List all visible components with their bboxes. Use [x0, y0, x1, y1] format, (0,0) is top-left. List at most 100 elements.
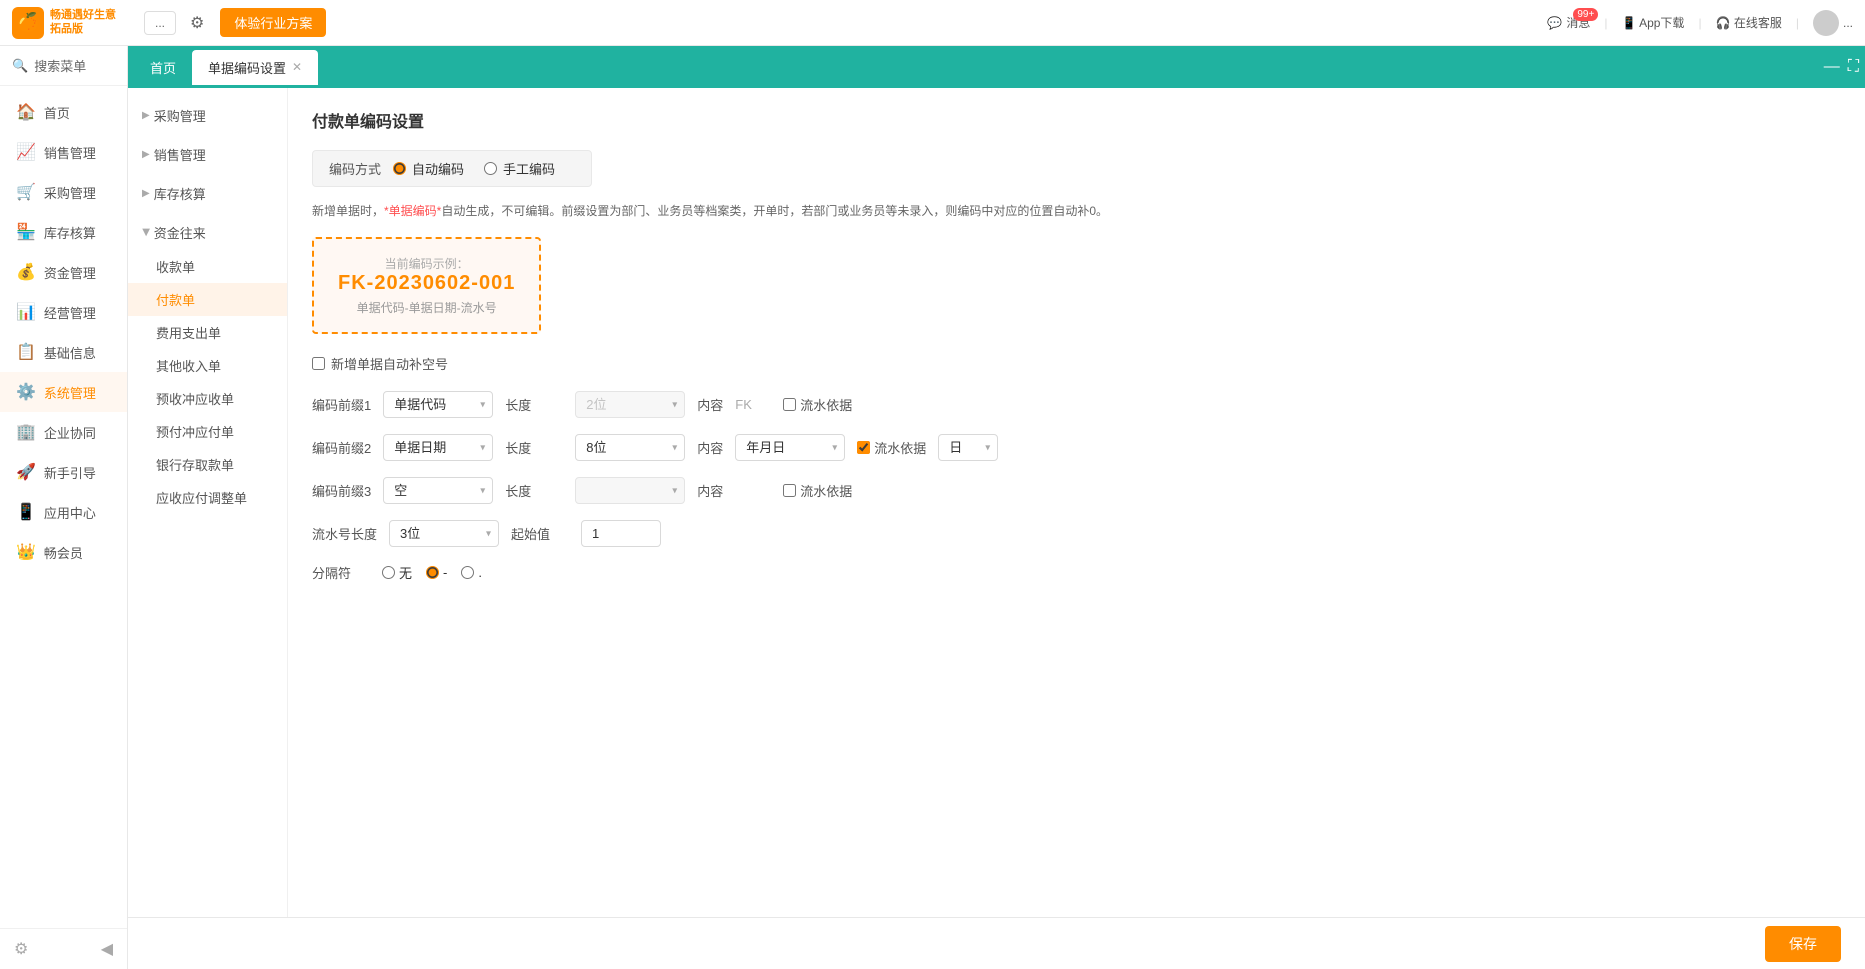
prefix3-waterflow-checkbox[interactable] — [783, 484, 796, 497]
serial-length-wrapper: 3位 — [389, 520, 499, 547]
topbar-dropdown[interactable]: ... — [144, 11, 176, 35]
sidebar-item-basic[interactable]: 📋 基础信息 — [0, 332, 127, 372]
sep-dot-option[interactable]: . — [461, 565, 482, 580]
sidebar-search[interactable]: 🔍 搜索菜单 — [0, 46, 127, 86]
sub-item-payment[interactable]: 付款单 — [128, 283, 287, 316]
sub-group-purchase-title[interactable]: ▶ 采购管理 — [128, 98, 287, 133]
sub-item-prereceive[interactable]: 预收冲应收单 — [128, 382, 287, 415]
prefix2-length-select[interactable]: 8位 — [575, 434, 685, 461]
sidebar-item-apps[interactable]: 📱 应用中心 — [0, 492, 127, 532]
sep-none-radio[interactable] — [382, 566, 395, 579]
sub-item-prepay[interactable]: 预付冲应付单 — [128, 415, 287, 448]
sep-hyphen-option[interactable]: - — [426, 565, 447, 580]
sub-item-receipt[interactable]: 收款单 — [128, 250, 287, 283]
user-menu[interactable]: ... — [1813, 10, 1853, 36]
sub-item-bankdeposit[interactable]: 银行存取款单 — [128, 448, 287, 481]
sidebar-item-enterprise[interactable]: 🏢 企业协同 — [0, 412, 127, 452]
code-preview: 当前编码示例： FK-20230602-001 单据代码-单据日期-流水号 — [312, 237, 541, 334]
tab-bar-actions: — ⛶ — [1824, 58, 1859, 76]
prefix1-waterflow-checkbox[interactable] — [783, 398, 796, 411]
encoding-type-bar: 编码方式 自动编码 手工编码 — [312, 150, 592, 187]
online-service-btn[interactable]: 🎧 在线客服 — [1716, 14, 1782, 31]
serial-length-select[interactable]: 3位 — [389, 520, 499, 547]
sep-dot-radio[interactable] — [461, 566, 474, 579]
start-value-label: 起始值 — [511, 524, 569, 543]
topbar-center: ... ⚙ 体验行业方案 — [132, 8, 1547, 37]
prefix2-waterflow-checkbox[interactable] — [857, 441, 870, 454]
prefix2-unit-select[interactable]: 日 — [938, 434, 998, 461]
sep-none-label: 无 — [399, 563, 412, 582]
manual-encoding-option[interactable]: 手工编码 — [484, 159, 555, 178]
sub-group-sales-title[interactable]: ▶ 销售管理 — [128, 137, 287, 172]
prefix1-waterflow-label[interactable]: 流水依据 — [783, 395, 852, 414]
sidebar-item-member[interactable]: 👑 畅会员 — [0, 532, 127, 572]
serial-row: 流水号长度 3位 起始值 — [312, 520, 1841, 547]
sidebar-label: 库存核算 — [44, 223, 96, 242]
sidebar-collapse-icon[interactable]: ◀ — [101, 939, 113, 959]
sidebar-item-home[interactable]: 🏠 首页 — [0, 92, 127, 132]
field-row-prefix3: 编码前缀3 空 长度 内容 — [312, 477, 1841, 504]
app-download-btn[interactable]: 📱 App下载 — [1621, 14, 1684, 31]
start-value-input[interactable] — [581, 520, 661, 547]
waterflow-text: 流水依据 — [800, 395, 852, 414]
prefix2-waterflow-label[interactable]: 流水依据 — [857, 438, 926, 457]
tab-coding[interactable]: 单据编码设置 ✕ — [192, 50, 318, 85]
footer-settings-icon[interactable]: ⚙ — [14, 939, 28, 959]
manual-encoding-label: 手工编码 — [503, 159, 555, 178]
sidebar-item-operations[interactable]: 📊 经营管理 — [0, 292, 127, 332]
sub-sidebar: ▶ 采购管理 ▶ 销售管理 ▶ 库存核算 — [128, 88, 288, 917]
tab-home[interactable]: 首页 — [134, 50, 192, 85]
sidebar-item-system[interactable]: ⚙️ 系统管理 — [0, 372, 127, 412]
auto-encoding-option[interactable]: 自动编码 — [393, 159, 464, 178]
sidebar-item-guide[interactable]: 🚀 新手引导 — [0, 452, 127, 492]
sub-item-income[interactable]: 其他收入单 — [128, 349, 287, 382]
layout: 🔍 搜索菜单 🏠 首页 📈 销售管理 🛒 采购管理 🏪 库存核算 💰 — [0, 46, 1865, 969]
sep-none-option[interactable]: 无 — [382, 563, 412, 582]
prefix2-select[interactable]: 单据日期 — [383, 434, 493, 461]
arrow-icon: ▶ — [142, 188, 150, 199]
prefix2-length-wrapper: 8位 — [575, 434, 685, 461]
auto-fill-checkbox[interactable] — [312, 357, 325, 370]
tab-minimize-icon[interactable]: — — [1824, 58, 1840, 76]
info-text: 新增单据时，*单据编码*自动生成，不可编辑。前缀设置为部门、业务员等档案类，开单… — [312, 201, 1841, 221]
sidebar-label: 新手引导 — [44, 463, 96, 482]
field-row-prefix1: 编码前缀1 单据代码 长度 2位 内容 FK — [312, 391, 1841, 418]
sub-group-inventory-title[interactable]: ▶ 库存核算 — [128, 176, 287, 211]
prefix3-select[interactable]: 空 — [383, 477, 493, 504]
sep-hyphen-radio[interactable] — [426, 566, 439, 579]
sidebar-item-inventory[interactable]: 🏪 库存核算 — [0, 212, 127, 252]
group-label: 资金往来 — [154, 223, 206, 242]
prefix3-length-select[interactable] — [575, 477, 685, 504]
sidebar-item-purchase[interactable]: 🛒 采购管理 — [0, 172, 127, 212]
sub-item-expense[interactable]: 费用支出单 — [128, 316, 287, 349]
arrow-icon: ▶ — [142, 110, 150, 121]
prefix2-content-select[interactable]: 年月日 — [735, 434, 845, 461]
auto-encoding-radio[interactable] — [393, 162, 406, 175]
messages-badge: 99+ — [1573, 8, 1598, 21]
messages-btn[interactable]: 💬 消息 99+ — [1547, 14, 1590, 31]
separator-label: 分隔符 — [312, 563, 370, 582]
tab-maximize-icon[interactable]: ⛶ — [1848, 58, 1859, 76]
prefix3-waterflow-label[interactable]: 流水依据 — [783, 481, 852, 500]
prefix3-length-wrapper — [575, 477, 685, 504]
trial-button[interactable]: 体验行业方案 — [220, 8, 326, 37]
sales-icon: 📈 — [16, 142, 36, 162]
prefix1-length-select[interactable]: 2位 — [575, 391, 685, 418]
search-label: 搜索菜单 — [34, 56, 86, 75]
separator-row: 分隔符 无 - . — [312, 563, 1841, 582]
sub-group-finance-title[interactable]: ▶ 资金往来 — [128, 215, 287, 250]
bottom-bar: 保存 — [128, 917, 1865, 969]
member-icon: 👑 — [16, 542, 36, 562]
prefix1-select[interactable]: 单据代码 — [383, 391, 493, 418]
sub-item-adjustment[interactable]: 应收应付调整单 — [128, 481, 287, 514]
sidebar-item-finance[interactable]: 💰 资金管理 — [0, 252, 127, 292]
tab-coding-close[interactable]: ✕ — [292, 60, 302, 74]
save-button[interactable]: 保存 — [1765, 926, 1841, 962]
settings-icon[interactable]: ⚙ — [190, 13, 204, 33]
arrow-icon: ▶ — [142, 149, 150, 160]
waterflow-text: 流水依据 — [874, 438, 926, 457]
sub-group-sales: ▶ 销售管理 — [128, 137, 287, 172]
sidebar-label: 资金管理 — [44, 263, 96, 282]
sidebar-item-sales[interactable]: 📈 销售管理 — [0, 132, 127, 172]
manual-encoding-radio[interactable] — [484, 162, 497, 175]
